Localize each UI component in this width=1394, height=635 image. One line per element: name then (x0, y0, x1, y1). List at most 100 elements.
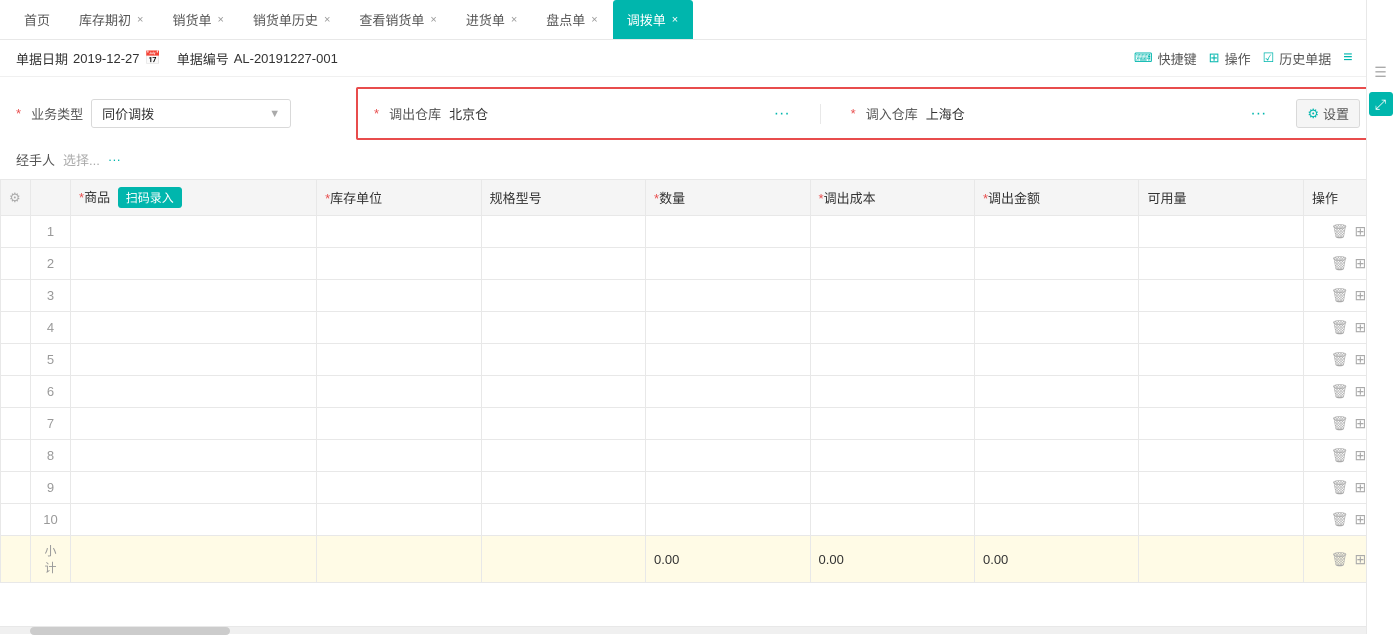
sidebar-list-icon[interactable]: ☰ (1369, 60, 1393, 84)
row-qty-cell[interactable] (646, 504, 810, 536)
copy-icon[interactable]: ⊞ (1355, 319, 1367, 336)
copy-icon[interactable]: ⊞ (1355, 255, 1367, 272)
row-unit-cell[interactable] (317, 312, 481, 344)
row-product-cell[interactable] (71, 440, 317, 472)
row-cost-cell[interactable] (810, 248, 974, 280)
delete-icon[interactable]: 🗑 (1331, 551, 1349, 568)
handler-more-btn[interactable]: ··· (108, 152, 121, 167)
tab-inventory-init[interactable]: 库存期初 × (65, 0, 158, 39)
row-amount-cell[interactable] (974, 472, 1138, 504)
tab-inventory-init-close[interactable]: × (137, 14, 143, 26)
delete-icon[interactable]: 🗑 (1331, 511, 1349, 528)
row-unit-cell[interactable] (317, 280, 481, 312)
row-cost-cell[interactable] (810, 440, 974, 472)
copy-icon[interactable]: ⊞ (1355, 351, 1367, 368)
row-qty-cell[interactable] (646, 312, 810, 344)
row-unit-cell[interactable] (317, 504, 481, 536)
row-amount-cell[interactable] (974, 376, 1138, 408)
row-amount-cell[interactable] (974, 440, 1138, 472)
row-qty-cell[interactable] (646, 280, 810, 312)
row-spec-cell[interactable] (481, 440, 645, 472)
date-value[interactable]: 2019-12-27 (73, 51, 140, 66)
row-cost-cell[interactable] (810, 376, 974, 408)
delete-icon[interactable]: 🗑 (1331, 351, 1349, 368)
row-spec-cell[interactable] (481, 472, 645, 504)
row-qty-cell[interactable] (646, 344, 810, 376)
row-product-cell[interactable] (71, 280, 317, 312)
row-cost-cell[interactable] (810, 216, 974, 248)
row-amount-cell[interactable] (974, 280, 1138, 312)
row-amount-cell[interactable] (974, 248, 1138, 280)
transfer-in-value[interactable]: 上海仓 (926, 104, 965, 123)
sidebar-expand-icon[interactable]: ⤢ (1369, 92, 1393, 116)
delete-icon[interactable]: 🗑 (1331, 447, 1349, 464)
row-amount-cell[interactable] (974, 344, 1138, 376)
row-spec-cell[interactable] (481, 248, 645, 280)
copy-icon[interactable]: ⊞ (1355, 223, 1367, 240)
row-spec-cell[interactable] (481, 376, 645, 408)
row-amount-cell[interactable] (974, 504, 1138, 536)
copy-icon[interactable]: ⊞ (1355, 287, 1367, 304)
history-btn[interactable]: ☑ 历史单据 (1263, 49, 1332, 68)
row-qty-cell[interactable] (646, 216, 810, 248)
row-spec-cell[interactable] (481, 504, 645, 536)
row-cost-cell[interactable] (810, 344, 974, 376)
shortcut-btn[interactable]: ⌨ 快捷键 (1134, 49, 1197, 68)
transfer-out-value[interactable]: 北京仓 (449, 104, 488, 123)
tab-purchase-close[interactable]: × (511, 14, 517, 26)
setting-button[interactable]: ⚙ 设置 (1296, 99, 1360, 128)
row-unit-cell[interactable] (317, 408, 481, 440)
tab-transfer[interactable]: 调拨单 × (613, 0, 693, 39)
copy-icon[interactable]: ⊞ (1355, 383, 1367, 400)
tab-inventory-check[interactable]: 盘点单 × (532, 0, 612, 39)
tab-home[interactable]: 首页 (10, 0, 65, 39)
transfer-in-more-btn[interactable]: ··· (1250, 105, 1266, 123)
row-amount-cell[interactable] (974, 312, 1138, 344)
row-product-cell[interactable] (71, 216, 317, 248)
horizontal-scrollbar[interactable] (0, 626, 1394, 634)
copy-icon[interactable]: ⊞ (1355, 551, 1367, 568)
layout-btn1[interactable]: ≡ (1343, 49, 1352, 67)
row-spec-cell[interactable] (481, 408, 645, 440)
row-spec-cell[interactable] (481, 216, 645, 248)
tab-inventory-check-close[interactable]: × (591, 14, 597, 26)
handler-select[interactable]: 选择... (63, 150, 100, 169)
calendar-icon[interactable]: 📅 (145, 50, 161, 66)
row-product-cell[interactable] (71, 408, 317, 440)
row-cost-cell[interactable] (810, 312, 974, 344)
row-qty-cell[interactable] (646, 248, 810, 280)
tab-view-sales-close[interactable]: × (430, 14, 436, 26)
row-unit-cell[interactable] (317, 344, 481, 376)
row-unit-cell[interactable] (317, 472, 481, 504)
row-spec-cell[interactable] (481, 280, 645, 312)
row-cost-cell[interactable] (810, 504, 974, 536)
operation-btn[interactable]: ⊞ 操作 (1209, 49, 1251, 68)
table-gear-icon[interactable]: ⚙ (9, 190, 21, 205)
delete-icon[interactable]: 🗑 (1331, 415, 1349, 432)
row-product-cell[interactable] (71, 344, 317, 376)
delete-icon[interactable]: 🗑 (1331, 383, 1349, 400)
row-product-cell[interactable] (71, 472, 317, 504)
delete-icon[interactable]: 🗑 (1331, 255, 1349, 272)
delete-icon[interactable]: 🗑 (1331, 319, 1349, 336)
delete-icon[interactable]: 🗑 (1331, 287, 1349, 304)
row-unit-cell[interactable] (317, 376, 481, 408)
row-product-cell[interactable] (71, 504, 317, 536)
tab-sales-close[interactable]: × (217, 14, 223, 26)
row-cost-cell[interactable] (810, 408, 974, 440)
row-qty-cell[interactable] (646, 472, 810, 504)
row-spec-cell[interactable] (481, 344, 645, 376)
row-cost-cell[interactable] (810, 472, 974, 504)
scan-button[interactable]: 扫码录入 (118, 187, 182, 208)
tab-purchase[interactable]: 进货单 × (452, 0, 532, 39)
tab-sales[interactable]: 销货单 × (158, 0, 238, 39)
row-qty-cell[interactable] (646, 440, 810, 472)
row-spec-cell[interactable] (481, 312, 645, 344)
row-qty-cell[interactable] (646, 408, 810, 440)
copy-icon[interactable]: ⊞ (1355, 415, 1367, 432)
copy-icon[interactable]: ⊞ (1355, 447, 1367, 464)
delete-icon[interactable]: 🗑 (1331, 223, 1349, 240)
copy-icon[interactable]: ⊞ (1355, 511, 1367, 528)
tab-sales-history-close[interactable]: × (324, 14, 330, 26)
row-unit-cell[interactable] (317, 216, 481, 248)
